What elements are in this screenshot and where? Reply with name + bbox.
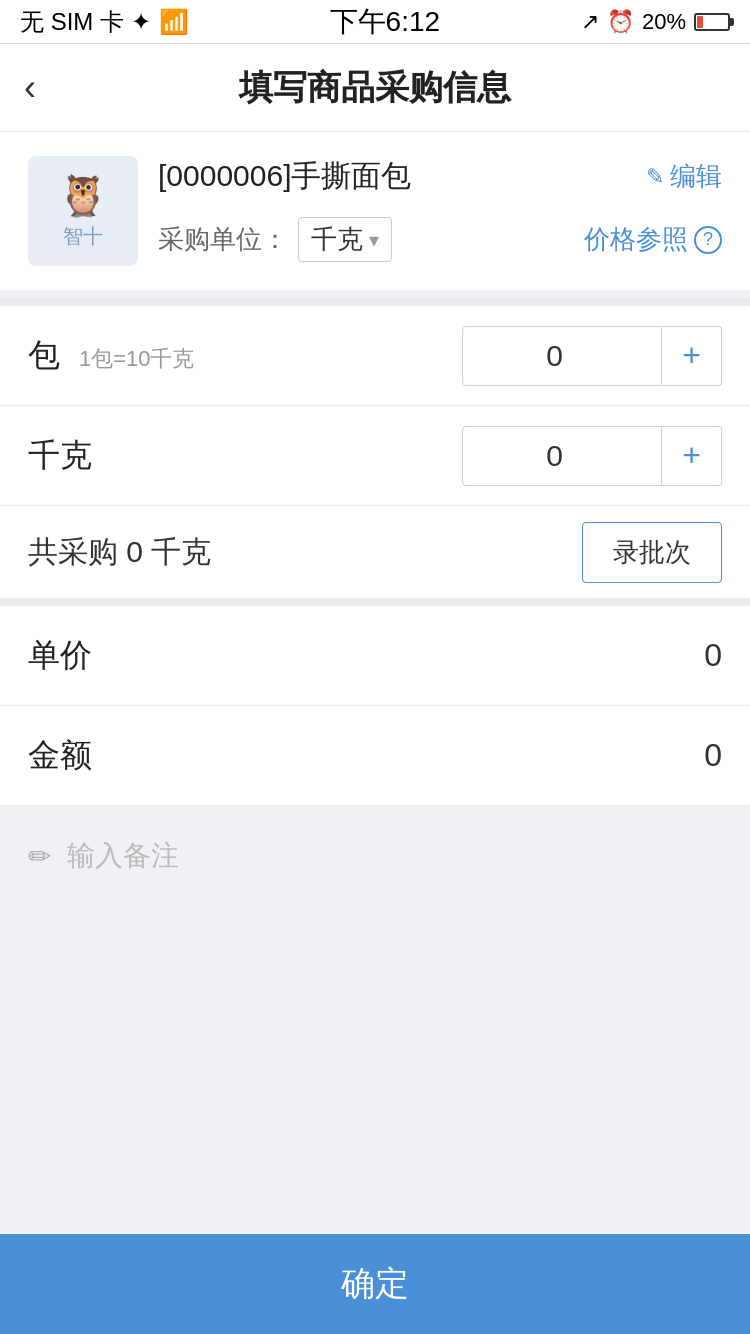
bag-plus-button[interactable]: +	[662, 326, 722, 386]
battery-icon	[694, 13, 730, 31]
kg-label: 千克	[28, 434, 462, 478]
kg-input-row: 千克 +	[0, 406, 750, 506]
status-left: 无 SIM 卡 ✦ 📶	[20, 6, 189, 38]
product-info: [0000006]手撕面包 ✎ 编辑 采购单位： 千克 ▾ 价格参照	[158, 156, 722, 262]
price-ref-button[interactable]: 价格参照 ?	[584, 222, 722, 257]
unit-price-value: 0	[704, 637, 722, 674]
record-batch-button[interactable]: 录批次	[582, 522, 722, 583]
unit-label: 采购单位：	[158, 222, 288, 257]
section-divider-1	[0, 298, 750, 306]
edit-label: 编辑	[670, 159, 722, 194]
status-right: ↗ ⏰ 20%	[581, 9, 730, 35]
unit-price-row: 单价 0	[0, 606, 750, 706]
total-row: 共采购 0 千克 录批次	[0, 506, 750, 606]
amount-value: 0	[704, 737, 722, 774]
remark-placeholder: 输入备注	[67, 837, 179, 875]
product-thumbnail-text: 智十	[63, 223, 103, 250]
price-section: 单价 0 金额 0	[0, 606, 750, 806]
product-thumbnail: 🦉 智十	[28, 156, 138, 266]
bag-hint: 1包=10千克	[79, 346, 195, 371]
page-title: 填写商品采购信息	[239, 65, 511, 111]
confirm-button[interactable]: 确定	[0, 1234, 750, 1334]
bag-label-group: 包 1包=10千克	[28, 334, 462, 378]
status-bar: 无 SIM 卡 ✦ 📶 下午6:12 ↗ ⏰ 20%	[0, 0, 750, 44]
pencil-icon: ✏	[28, 840, 51, 873]
wifi-icon: 📶	[159, 8, 189, 36]
sim-label: 无 SIM 卡 ✦	[20, 6, 151, 38]
kg-qty-wrap: +	[462, 426, 722, 486]
remark-section[interactable]: ✏ 输入备注	[0, 806, 750, 906]
bag-qty-input[interactable]	[462, 326, 662, 386]
location-icon: ↗	[581, 9, 599, 35]
bag-qty-wrap: +	[462, 326, 722, 386]
kg-qty-input[interactable]	[462, 426, 662, 486]
price-ref-label: 价格参照	[584, 222, 688, 257]
unit-value: 千克	[311, 222, 363, 257]
battery-percent: 20%	[642, 9, 686, 35]
edit-button[interactable]: ✎ 编辑	[646, 159, 722, 194]
amount-row: 金额 0	[0, 706, 750, 806]
product-name: [0000006]手撕面包	[158, 156, 411, 197]
unit-price-label: 单价	[28, 634, 704, 678]
unit-row: 采购单位： 千克 ▾ 价格参照 ?	[158, 217, 722, 262]
nav-bar: ‹ 填写商品采购信息	[0, 44, 750, 132]
unit-select[interactable]: 千克 ▾	[298, 217, 392, 262]
alarm-icon: ⏰	[607, 9, 634, 35]
total-text: 共采购 0 千克	[28, 532, 582, 573]
product-thumbnail-icon: 🦉	[58, 172, 108, 219]
kg-plus-button[interactable]: +	[662, 426, 722, 486]
bag-label: 包	[28, 337, 60, 373]
product-section: 🦉 智十 [0000006]手撕面包 ✎ 编辑 采购单位： 千克 ▾	[0, 132, 750, 298]
amount-label: 金额	[28, 734, 704, 778]
status-time: 下午6:12	[330, 3, 441, 41]
input-section: 包 1包=10千克 + 千克 +	[0, 306, 750, 506]
back-button[interactable]: ‹	[24, 67, 36, 109]
dropdown-arrow-icon: ▾	[369, 228, 379, 252]
bag-input-row: 包 1包=10千克 +	[0, 306, 750, 406]
edit-icon: ✎	[646, 164, 664, 190]
product-name-row: [0000006]手撕面包 ✎ 编辑	[158, 156, 722, 197]
help-icon: ?	[694, 226, 722, 254]
